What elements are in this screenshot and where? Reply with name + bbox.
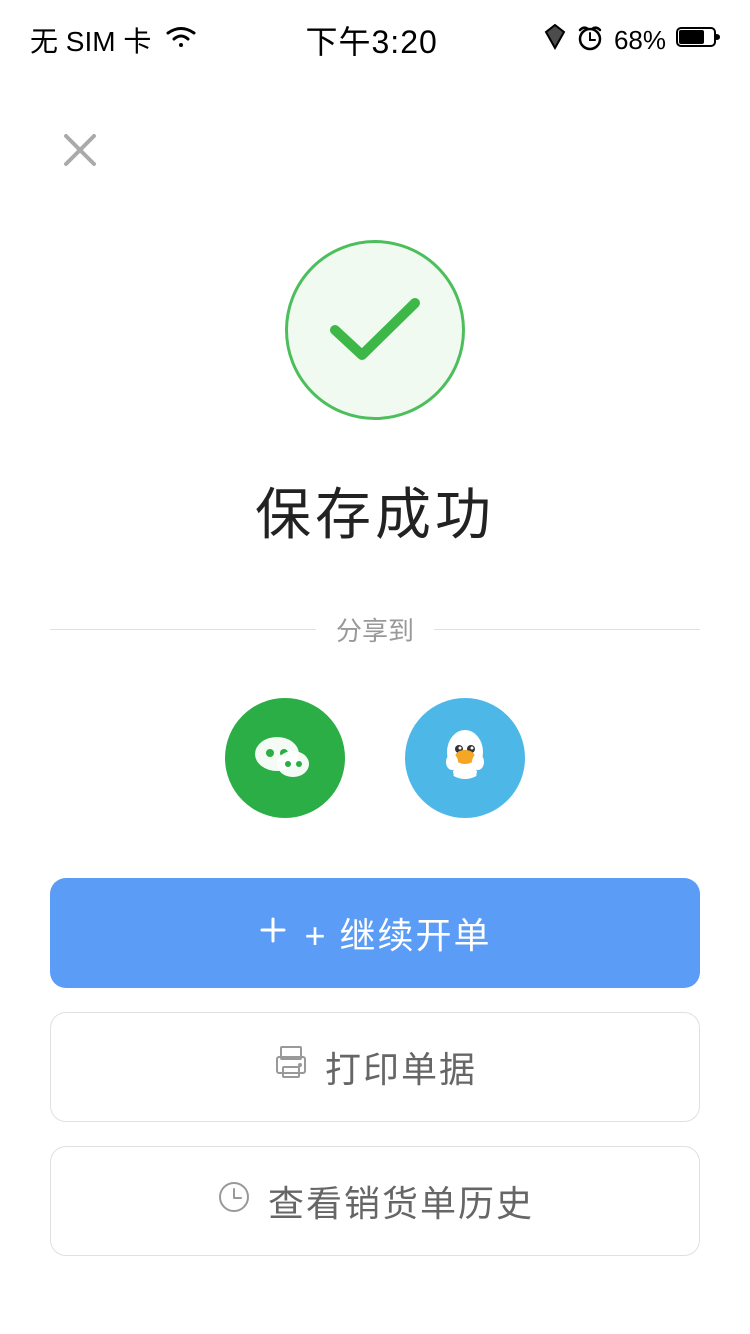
success-circle [285, 240, 465, 420]
main-content: 保存成功 分享到 [0, 80, 750, 1256]
status-left: 无 SIM 卡 [30, 20, 199, 60]
share-section: 分享到 [50, 611, 700, 818]
divider-line-right [434, 629, 700, 630]
status-bar: 无 SIM 卡 下午3:20 68% [0, 0, 750, 80]
qq-share-button[interactable] [405, 698, 525, 818]
history-icon [216, 1179, 252, 1224]
success-title: 保存成功 [255, 470, 495, 551]
history-button[interactable]: 查看销货单历史 [50, 1146, 700, 1256]
status-right: 68% [544, 23, 720, 58]
divider-line-left [50, 629, 316, 630]
location-icon [544, 24, 566, 57]
wechat-share-button[interactable] [225, 698, 345, 818]
wifi-icon [163, 23, 199, 58]
share-label: 分享到 [336, 611, 414, 648]
carrier-text: 无 SIM 卡 [30, 20, 151, 60]
share-icons [225, 698, 525, 818]
print-label: 打印单据 [325, 1041, 477, 1093]
continue-button[interactable]: + 继续开单 [50, 878, 700, 988]
print-button[interactable]: 打印单据 [50, 1012, 700, 1122]
battery-text: 68% [614, 25, 666, 56]
battery-icon [676, 25, 720, 56]
time-display: 下午3:20 [306, 17, 438, 63]
action-buttons: + 继续开单 打印单据 查看销货单历史 [50, 878, 700, 1256]
history-label: 查看销货单历史 [268, 1175, 534, 1227]
success-section: 保存成功 [50, 240, 700, 551]
continue-label: + 继续开单 [304, 907, 491, 959]
alarm-icon [576, 23, 604, 58]
share-divider: 分享到 [50, 611, 700, 648]
print-icon [273, 1045, 309, 1090]
continue-icon [258, 912, 288, 954]
close-button[interactable] [50, 120, 110, 180]
